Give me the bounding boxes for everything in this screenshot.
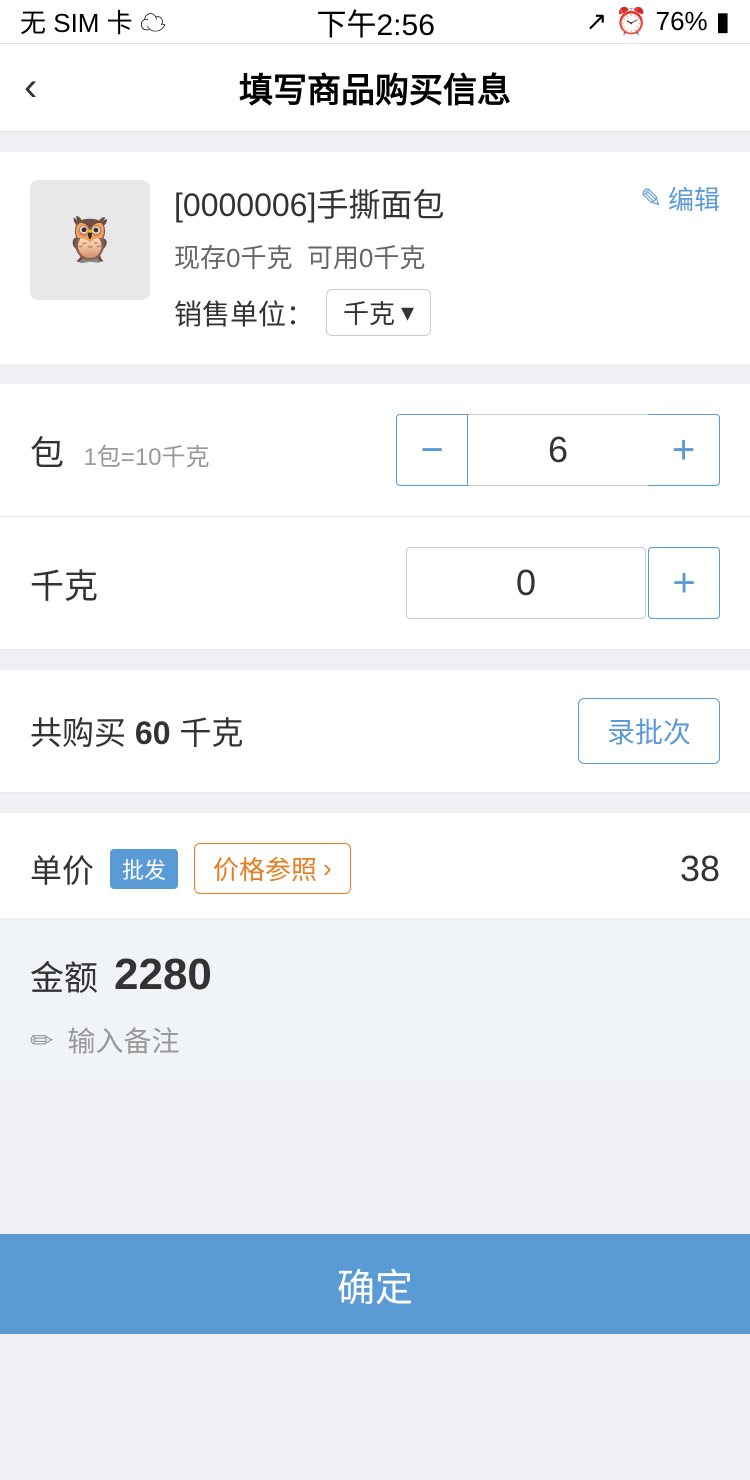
- qianke-label: 千克: [30, 559, 406, 608]
- bao-input[interactable]: [468, 414, 648, 486]
- product-card: 🦉 [0000006]手撕面包 现存0千克 可用0千克 销售单位： 千克 ▾ ✎…: [0, 152, 750, 364]
- qianke-plus-button[interactable]: +: [648, 547, 720, 619]
- batch-button[interactable]: 录批次: [578, 698, 720, 764]
- bao-label: 包 1包=10千克: [30, 426, 396, 475]
- price-ref-button[interactable]: 价格参照 ›: [194, 843, 351, 894]
- back-button[interactable]: ‹: [24, 65, 37, 110]
- remark-text: 输入备注: [67, 1020, 179, 1060]
- status-bar: 无 SIM 卡 ☁ 下午2:56 ↗ ⏰ 76% ▮: [0, 0, 750, 44]
- amount-section: 金额 2280 ✏ 输入备注: [0, 920, 750, 1080]
- qianke-controls: +: [406, 547, 720, 619]
- total-amount: 60: [135, 715, 179, 751]
- product-logo-icon: 🦉: [63, 218, 118, 262]
- price-row: 单价 批发 价格参照 › 38: [30, 843, 720, 894]
- status-right: ↗ ⏰ 76% ▮: [585, 6, 730, 37]
- price-left: 单价 批发 价格参照 ›: [30, 843, 351, 894]
- product-image: 🦉: [30, 180, 150, 300]
- battery-icon: ▮: [716, 6, 730, 37]
- qianke-row: 千克 +: [0, 517, 750, 650]
- price-label: 单价: [30, 846, 94, 892]
- edit-icon: ✎: [640, 183, 662, 214]
- bao-controls: − +: [396, 414, 720, 486]
- confirm-button[interactable]: 确定: [0, 1234, 750, 1334]
- product-unit-row: 销售单位： 千克 ▾: [174, 289, 720, 336]
- bao-hint: 1包=10千克: [83, 444, 209, 471]
- qianke-input[interactable]: [406, 547, 646, 619]
- remark-icon: ✏: [30, 1024, 53, 1057]
- price-type-tag: 批发: [110, 849, 178, 889]
- total-text: 共购买 60 千克: [30, 708, 243, 754]
- page-title: 填写商品购买信息: [239, 63, 511, 112]
- unit-label: 销售单位：: [174, 293, 314, 333]
- amount-value: 2280: [114, 950, 212, 1000]
- total-section: 共购买 60 千克 录批次: [0, 670, 750, 793]
- price-ref-arrow-icon: ›: [323, 853, 332, 884]
- bao-row: 包 1包=10千克 − +: [0, 384, 750, 517]
- quantity-section: 包 1包=10千克 − + 千克 +: [0, 384, 750, 650]
- product-name: [0000006]手撕面包: [174, 180, 720, 226]
- price-section: 单价 批发 价格参照 › 38: [0, 813, 750, 918]
- product-info: [0000006]手撕面包 现存0千克 可用0千克 销售单位： 千克 ▾: [174, 180, 720, 336]
- product-stock: 现存0千克 可用0千克: [174, 238, 720, 275]
- status-left: 无 SIM 卡 ☁: [20, 3, 166, 40]
- amount-row: 金额 2280: [30, 950, 720, 1000]
- edit-button[interactable]: ✎ 编辑: [640, 180, 720, 217]
- no-sim-text: 无 SIM 卡 ☁: [20, 3, 166, 40]
- bao-plus-button[interactable]: +: [648, 414, 720, 486]
- remark-row[interactable]: ✏ 输入备注: [30, 1020, 720, 1060]
- battery-text: 76%: [656, 6, 708, 37]
- bao-minus-button[interactable]: −: [396, 414, 468, 486]
- nav-bar: ‹ 填写商品购买信息: [0, 44, 750, 132]
- alarm-icon: ⏰: [615, 6, 647, 37]
- status-time: 下午2:56: [316, 0, 434, 44]
- empty-space: [0, 1080, 750, 1380]
- price-value: 38: [680, 848, 720, 890]
- unit-select[interactable]: 千克 ▾: [326, 289, 431, 336]
- location-icon: ↗: [585, 6, 607, 37]
- dropdown-arrow-icon: ▾: [401, 297, 414, 328]
- amount-label: 金额: [30, 951, 98, 1000]
